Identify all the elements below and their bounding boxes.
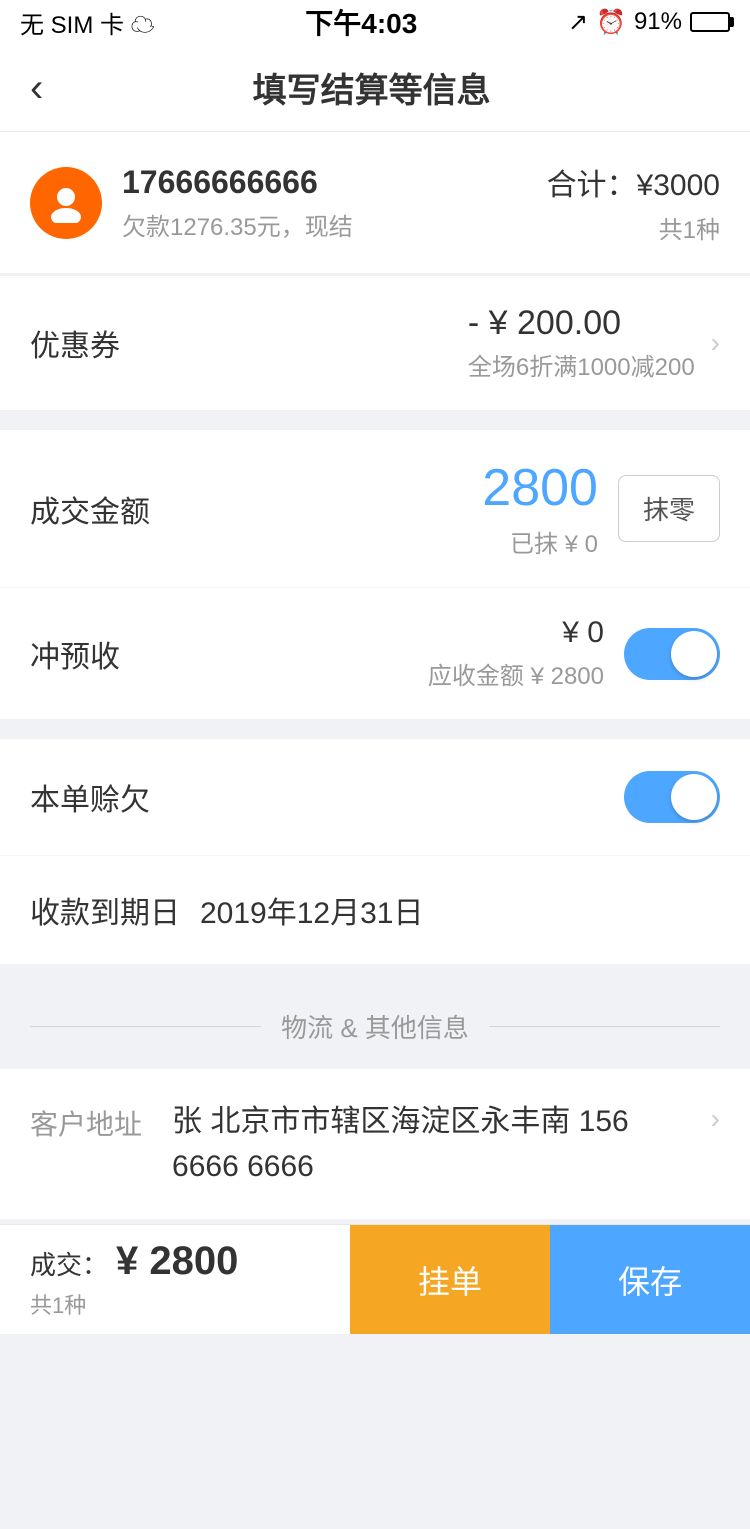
coupon-right: - ¥ 200.00 全场6折满1000减200 › (468, 304, 720, 382)
hang-button[interactable]: 挂单 (350, 1225, 550, 1334)
address-row[interactable]: 客户地址 张 北京市市辖区海淀区永丰南 156 6666 6666 › (0, 1069, 750, 1219)
due-date-value: 2019年12月31日 (200, 888, 423, 932)
coupon-row[interactable]: 优惠券 - ¥ 200.00 全场6折满1000减200 › (0, 276, 750, 410)
status-bar: 无 SIM 卡 ☁ 下午4:03 ↗ ⏰ 91% (0, 0, 750, 44)
due-date-row: 收款到期日 2019年12月31日 (0, 855, 750, 964)
customer-phone: 17666666666 (122, 164, 353, 201)
prepaid-toggle[interactable] (624, 628, 720, 680)
debt-toggle-knob (671, 774, 717, 820)
customer-info: 17666666666 欠款1276.35元，现结 (122, 164, 353, 242)
total-count: 共1种 (547, 210, 720, 245)
prepaid-label: 冲预收 (30, 632, 120, 676)
status-time: 下午4:03 (305, 2, 417, 42)
address-content: 张 北京市市辖区海淀区永丰南 156 6666 6666 (172, 1099, 695, 1189)
due-date-label: 收款到期日 (30, 888, 180, 932)
toggle-knob (671, 631, 717, 677)
sim-label: 无 SIM 卡 ☁ (20, 5, 155, 40)
amount-right: 2800 已抹 ¥ 0 抹零 (482, 458, 720, 559)
debt-toggle[interactable] (624, 771, 720, 823)
customer-left: 17666666666 欠款1276.35元，现结 (30, 164, 353, 242)
logistics-line-right (489, 1026, 720, 1027)
round-button[interactable]: 抹零 (618, 475, 720, 542)
deal-label: 成交： (30, 1245, 108, 1282)
clock-icon: ⏰ (596, 8, 626, 37)
address-chevron-icon: › (711, 1103, 720, 1135)
logistics-divider: 物流 & 其他信息 (0, 984, 750, 1069)
address-label: 客户地址 (30, 1103, 142, 1143)
location-icon: ↗ (568, 8, 588, 37)
debt-label: 本单赊欠 (30, 775, 150, 819)
customer-right: 合计：¥3000 共1种 (547, 160, 720, 245)
customer-card: 17666666666 欠款1276.35元，现结 合计：¥3000 共1种 (0, 132, 750, 274)
back-button[interactable]: ‹ (30, 68, 43, 108)
coupon-info: - ¥ 200.00 全场6折满1000减200 (468, 304, 695, 382)
avatar (30, 167, 102, 239)
coupon-discount: - ¥ 200.00 (468, 304, 695, 343)
amount-sub: 已抹 ¥ 0 (482, 524, 598, 559)
divider-1 (0, 410, 750, 430)
prepaid-row: 冲预收 ¥ 0 应收金额 ¥ 2800 (0, 588, 750, 719)
amount-value: 2800 (482, 458, 598, 518)
save-button[interactable]: 保存 (550, 1225, 750, 1334)
transaction-section: 成交金额 2800 已抹 ¥ 0 抹零 冲预收 ¥ 0 应收金额 ¥ 2800 (0, 430, 750, 719)
page-title: 填写结算等信息 (63, 63, 680, 112)
prepaid-amount: ¥ 0 (428, 616, 604, 650)
divider-2 (0, 719, 750, 739)
battery-percent: 91% (634, 8, 682, 36)
bottom-bar: 成交： ¥ 2800 共1种 挂单 保存 (0, 1224, 750, 1334)
prepaid-right: ¥ 0 应收金额 ¥ 2800 (428, 616, 720, 691)
amount-label: 成交金额 (30, 487, 150, 531)
bottom-price: ¥ 2800 (116, 1239, 238, 1284)
prepaid-amount-block: ¥ 0 应收金额 ¥ 2800 (428, 616, 604, 691)
nav-bar: ‹ 填写结算等信息 (0, 44, 750, 132)
debt-row: 本单赊欠 (0, 739, 750, 855)
status-right: ↗ ⏰ 91% (568, 8, 730, 37)
bottom-info: 成交： ¥ 2800 共1种 (0, 1225, 350, 1334)
amount-row: 成交金额 2800 已抹 ¥ 0 抹零 (0, 430, 750, 588)
bottom-count: 共1种 (30, 1288, 320, 1320)
customer-debt: 欠款1276.35元，现结 (122, 207, 353, 242)
logistics-line-left (30, 1026, 261, 1027)
amount-block: 2800 已抹 ¥ 0 (482, 458, 598, 559)
coupon-label: 优惠券 (30, 321, 120, 365)
battery-icon (690, 12, 730, 32)
total-amount: 合计：¥3000 (547, 160, 720, 204)
divider-3 (0, 964, 750, 984)
coupon-desc: 全场6折满1000减200 (468, 347, 695, 382)
prepaid-sub: 应收金额 ¥ 2800 (428, 656, 604, 691)
chevron-right-icon: › (711, 327, 720, 359)
status-left: 无 SIM 卡 ☁ (20, 5, 155, 40)
logistics-text: 物流 & 其他信息 (281, 1008, 469, 1045)
